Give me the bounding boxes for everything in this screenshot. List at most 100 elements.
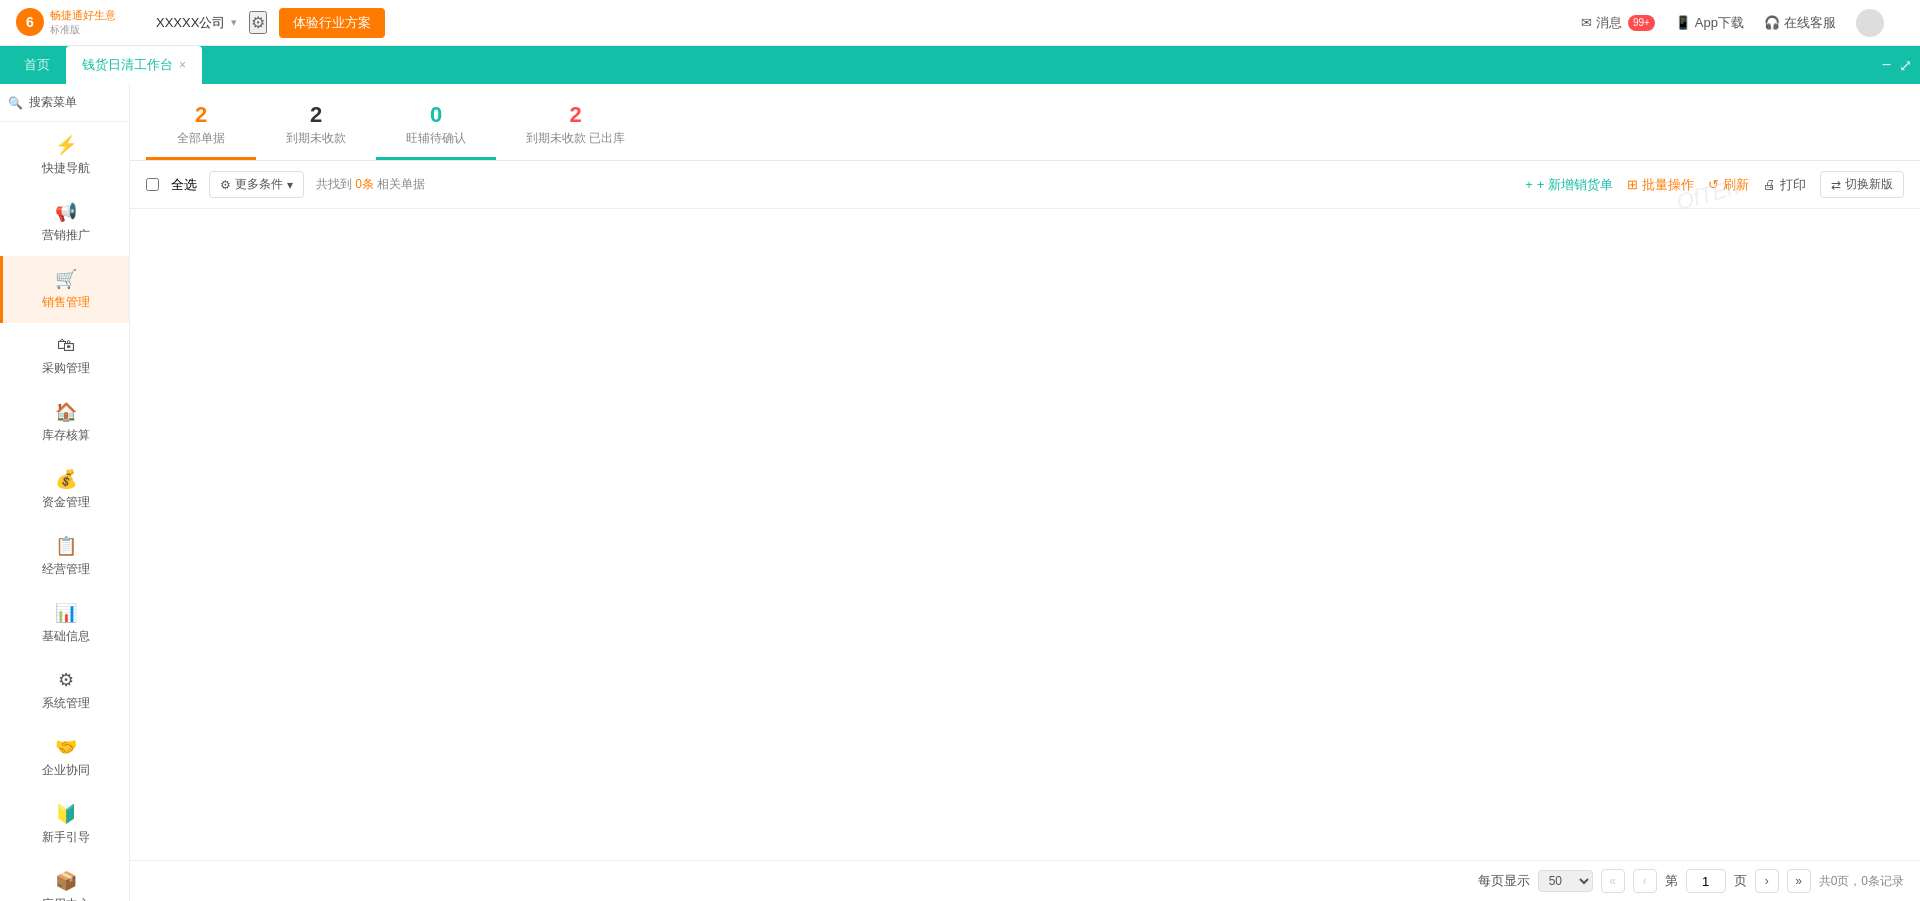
prev-page-icon: ‹ bbox=[1643, 874, 1647, 888]
next-page-button[interactable]: › bbox=[1755, 869, 1779, 893]
tab-close-icon[interactable]: × bbox=[179, 58, 186, 72]
refresh-button[interactable]: ↺ 刷新 bbox=[1708, 176, 1749, 194]
stat-label-overdue-out: 到期未收款 已出库 bbox=[526, 130, 625, 147]
batch-button[interactable]: ⊞ 批量操作 bbox=[1627, 176, 1694, 194]
settings-button[interactable]: ⚙ bbox=[249, 11, 267, 34]
app-center-icon: 📦 bbox=[55, 870, 77, 892]
sidebar-item-sales[interactable]: 🛒 销售管理 bbox=[0, 256, 129, 323]
search-icon: 🔍 bbox=[8, 96, 23, 110]
stat-tab-overdue[interactable]: 2 到期未收款 bbox=[256, 96, 376, 160]
sidebar-item-label: 基础信息 bbox=[42, 628, 90, 645]
sidebar-item-system[interactable]: ⚙ 系统管理 bbox=[0, 657, 129, 724]
nav-tabs: 首页 钱货日清工作台 × − ⤢ bbox=[0, 46, 1920, 84]
sidebar-item-purchase[interactable]: 🛍 采购管理 bbox=[0, 323, 129, 389]
add-label: + 新增销货单 bbox=[1537, 176, 1613, 194]
switch-icon: ⇄ bbox=[1831, 178, 1841, 192]
sidebar-item-quick-nav[interactable]: ⚡ 快捷导航 bbox=[0, 122, 129, 189]
last-page-button[interactable]: » bbox=[1787, 869, 1811, 893]
guide-icon: 🔰 bbox=[55, 803, 77, 825]
app-download-label: App下载 bbox=[1695, 14, 1744, 32]
logo-sub: 标准版 bbox=[50, 23, 116, 37]
filter-arrow-icon: ▾ bbox=[287, 178, 293, 192]
logo-area: 6 畅捷通好生意 标准版 bbox=[16, 8, 146, 36]
nav-minimize-icon[interactable]: − bbox=[1882, 56, 1891, 74]
company-dropdown-icon: ▾ bbox=[231, 16, 237, 29]
sidebar-item-basic-info[interactable]: 📊 基础信息 bbox=[0, 590, 129, 657]
sidebar-item-operations[interactable]: 📋 经营管理 bbox=[0, 523, 129, 590]
sidebar-search[interactable]: 🔍 搜索菜单 bbox=[0, 84, 129, 122]
first-page-button[interactable]: « bbox=[1601, 869, 1625, 893]
print-button[interactable]: 🖨 打印 bbox=[1763, 176, 1806, 194]
sidebar-item-marketing[interactable]: 📢 营销推广 bbox=[0, 189, 129, 256]
sidebar-item-label: 系统管理 bbox=[42, 695, 90, 712]
sidebar-item-label: 库存核算 bbox=[42, 427, 90, 444]
trial-button[interactable]: 体验行业方案 bbox=[279, 8, 385, 38]
tab-home[interactable]: 首页 bbox=[8, 46, 66, 84]
first-page-icon: « bbox=[1609, 874, 1616, 888]
pagination-bar: 每页显示 50 100 200 « ‹ 第 页 › » 共0页，0条记录 bbox=[130, 860, 1920, 901]
message-action[interactable]: ✉ 消息 99+ bbox=[1581, 14, 1655, 32]
app-download-action[interactable]: 📱 App下载 bbox=[1675, 14, 1744, 32]
sidebar: 🔍 搜索菜单 ⚡ 快捷导航 📢 营销推广 🛒 销售管理 🛍 采购管理 🏠 库存核… bbox=[0, 84, 130, 901]
header-right: ✉ 消息 99+ 📱 App下载 🎧 在线客服 bbox=[1581, 9, 1904, 37]
page-input[interactable] bbox=[1686, 869, 1726, 893]
sidebar-item-label: 营销推广 bbox=[42, 227, 90, 244]
switch-version-button[interactable]: ⇄ 切换新版 bbox=[1820, 171, 1904, 198]
sidebar-item-label: 采购管理 bbox=[42, 360, 90, 377]
switch-label: 切换新版 bbox=[1845, 176, 1893, 193]
finance-icon: 💰 bbox=[55, 468, 77, 490]
nav-tabs-right: − ⤢ bbox=[1882, 56, 1912, 75]
sidebar-item-label: 经营管理 bbox=[42, 561, 90, 578]
sidebar-item-label: 应用中心 bbox=[42, 896, 90, 901]
company-selector[interactable]: XXXXX公司 ▾ bbox=[156, 14, 237, 32]
nav-maximize-icon[interactable]: ⤢ bbox=[1899, 56, 1912, 75]
stat-tab-pending[interactable]: 0 旺辅待确认 bbox=[376, 96, 496, 160]
prev-page-button[interactable]: ‹ bbox=[1633, 869, 1657, 893]
sidebar-item-guide[interactable]: 🔰 新手引导 bbox=[0, 791, 129, 858]
message-icon: ✉ bbox=[1581, 15, 1592, 30]
sidebar-item-label: 销售管理 bbox=[42, 294, 90, 311]
operations-icon: 📋 bbox=[55, 535, 77, 557]
sidebar-item-inventory[interactable]: 🏠 库存核算 bbox=[0, 389, 129, 456]
sidebar-item-enterprise[interactable]: 🤝 企业协同 bbox=[0, 724, 129, 791]
online-service-label: 在线客服 bbox=[1784, 14, 1836, 32]
inventory-icon: 🏠 bbox=[55, 401, 77, 423]
quick-nav-icon: ⚡ bbox=[55, 134, 77, 156]
refresh-icon: ↺ bbox=[1708, 177, 1719, 192]
refresh-label: 刷新 bbox=[1723, 176, 1749, 194]
found-count: 0条 bbox=[355, 177, 374, 191]
sidebar-item-label: 资金管理 bbox=[42, 494, 90, 511]
avatar[interactable] bbox=[1856, 9, 1884, 37]
batch-label: 批量操作 bbox=[1642, 176, 1694, 194]
filter-button[interactable]: ⚙ 更多条件 ▾ bbox=[209, 171, 304, 198]
stat-tab-overdue-out[interactable]: 2 到期未收款 已出库 bbox=[496, 96, 655, 160]
found-text: 共找到 0条 相关单据 bbox=[316, 176, 425, 193]
sidebar-item-app-center[interactable]: 📦 应用中心 bbox=[0, 858, 129, 901]
filter-icon: ⚙ bbox=[220, 178, 231, 192]
select-all-checkbox[interactable] bbox=[146, 178, 159, 191]
stat-number-all: 2 bbox=[195, 102, 207, 128]
page-suffix: 页 bbox=[1734, 872, 1747, 890]
headset-icon: 🎧 bbox=[1764, 15, 1780, 30]
print-icon: 🖨 bbox=[1763, 177, 1776, 192]
sidebar-item-finance[interactable]: 💰 资金管理 bbox=[0, 456, 129, 523]
page-size-label: 每页显示 bbox=[1478, 872, 1530, 890]
message-badge: 99+ bbox=[1628, 15, 1655, 31]
add-button[interactable]: + + 新增销货单 bbox=[1525, 176, 1613, 194]
page-size-select[interactable]: 50 100 200 bbox=[1538, 870, 1593, 892]
stat-number-pending: 0 bbox=[430, 102, 442, 128]
stat-tab-all[interactable]: 2 全部单据 bbox=[146, 96, 256, 160]
content-area: 2 全部单据 2 到期未收款 0 旺辅待确认 2 到期未收款 已出库 全选 ⚙ … bbox=[130, 84, 1920, 901]
stat-number-overdue-out: 2 bbox=[570, 102, 582, 128]
stat-number-overdue: 2 bbox=[310, 102, 322, 128]
print-label: 打印 bbox=[1780, 176, 1806, 194]
found-suffix: 相关单据 bbox=[377, 177, 425, 191]
tab-active[interactable]: 钱货日清工作台 × bbox=[66, 46, 202, 84]
online-service-action[interactable]: 🎧 在线客服 bbox=[1764, 14, 1836, 32]
company-name: XXXXX公司 bbox=[156, 14, 225, 32]
add-icon: + bbox=[1525, 177, 1533, 192]
table-area bbox=[130, 209, 1920, 860]
purchase-icon: 🛍 bbox=[57, 335, 75, 356]
sidebar-item-label: 快捷导航 bbox=[42, 160, 90, 177]
stat-label-all: 全部单据 bbox=[177, 130, 225, 147]
